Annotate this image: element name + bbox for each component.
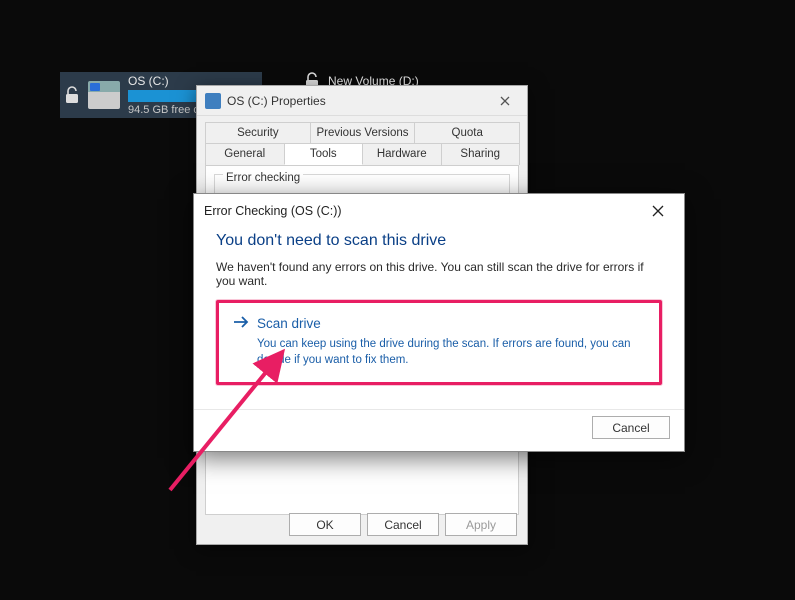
drive-icon	[205, 93, 221, 109]
error-checking-title: Error Checking (OS (C:))	[204, 204, 642, 218]
tab-tools[interactable]: Tools	[284, 143, 364, 165]
error-checking-dialog: Error Checking (OS (C:)) You don't need …	[193, 193, 685, 452]
cancel-button[interactable]: Cancel	[367, 513, 439, 536]
tab-previous-versions[interactable]: Previous Versions	[310, 122, 416, 143]
close-button[interactable]	[642, 198, 674, 224]
error-checking-body: We haven't found any errors on this driv…	[216, 260, 662, 288]
scan-drive-description: You can keep using the drive during the …	[233, 336, 645, 368]
cancel-button[interactable]: Cancel	[592, 416, 670, 439]
properties-title: OS (C:) Properties	[227, 94, 491, 108]
scan-drive-option[interactable]: Scan drive You can keep using the drive …	[216, 300, 662, 385]
apply-button[interactable]: Apply	[445, 513, 517, 536]
tab-security[interactable]: Security	[205, 122, 311, 143]
groupbox-title: Error checking	[223, 172, 303, 184]
error-checking-headline: You don't need to scan this drive	[216, 232, 662, 250]
tab-general[interactable]: General	[205, 143, 285, 165]
scan-drive-title: Scan drive	[257, 316, 321, 331]
tab-hardware[interactable]: Hardware	[362, 143, 442, 165]
tab-quota[interactable]: Quota	[414, 122, 520, 143]
properties-titlebar[interactable]: OS (C:) Properties	[197, 86, 527, 116]
close-button[interactable]	[491, 90, 519, 112]
arrow-right-icon	[233, 315, 249, 332]
tab-sharing[interactable]: Sharing	[441, 143, 521, 165]
unlock-icon	[64, 86, 80, 104]
drive-icon	[88, 81, 120, 109]
properties-tabstrip: Security Previous Versions Quota General…	[197, 116, 527, 165]
ok-button[interactable]: OK	[289, 513, 361, 536]
error-checking-titlebar[interactable]: Error Checking (OS (C:))	[194, 194, 684, 228]
